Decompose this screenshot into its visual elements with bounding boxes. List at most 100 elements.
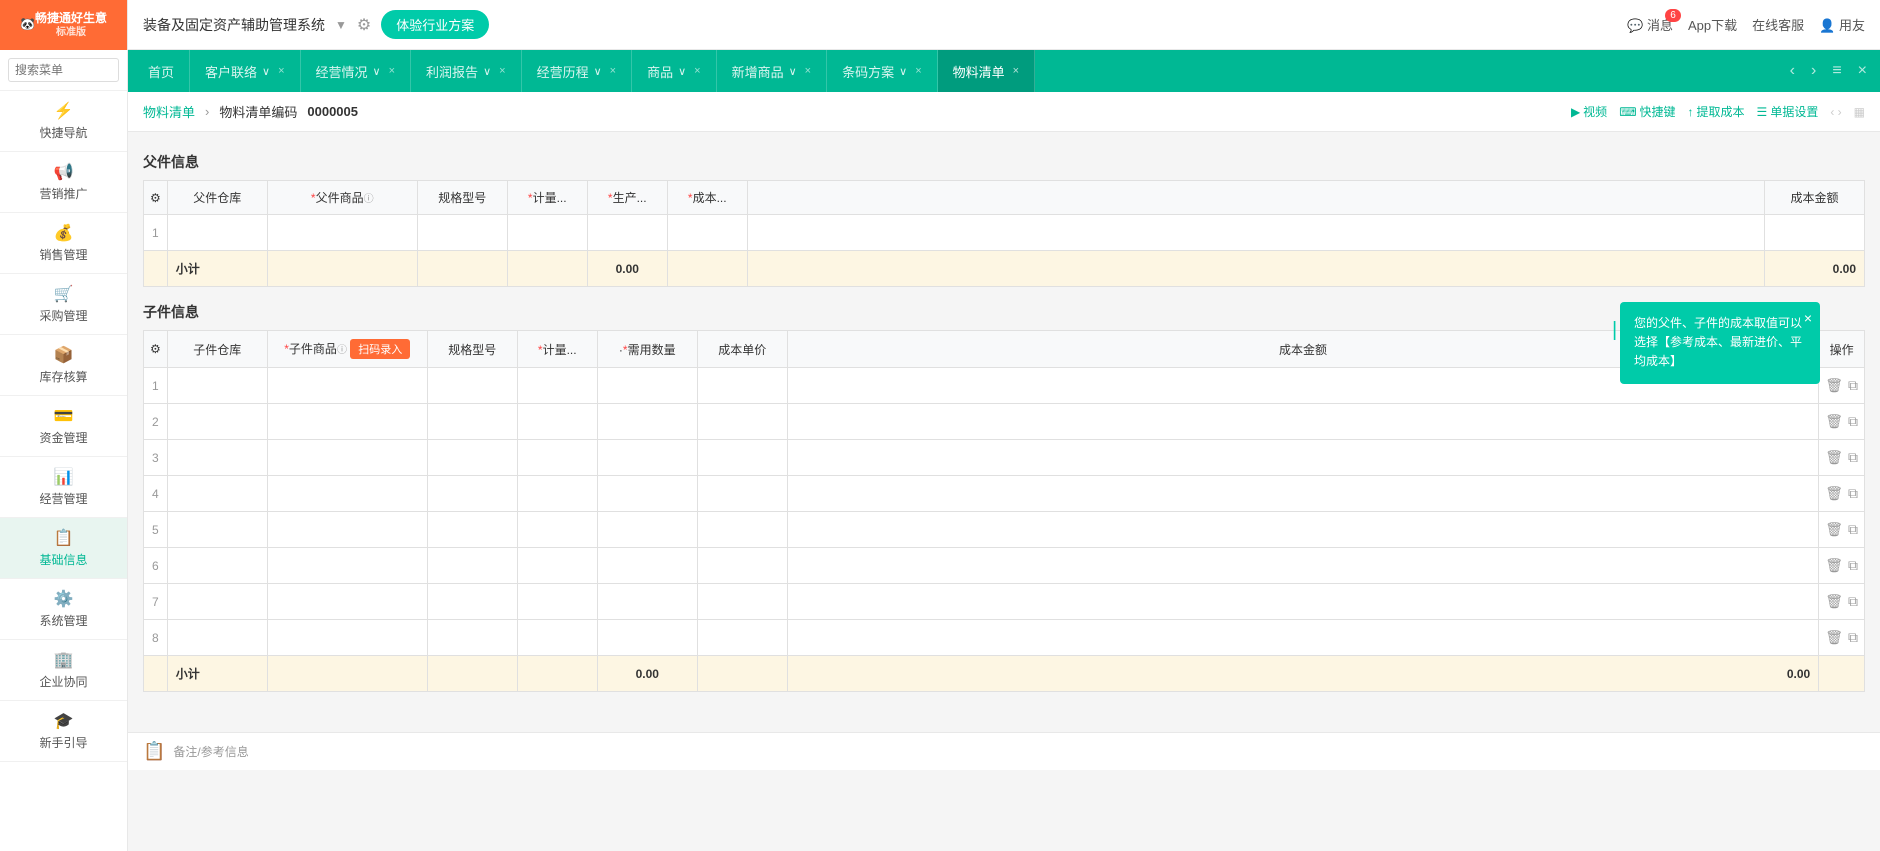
sidebar-search-input[interactable] [8, 58, 119, 82]
tab-history-close[interactable]: × [610, 65, 616, 77]
action-get-cost[interactable]: ↑ 提取成本 [1688, 103, 1745, 120]
tab-history[interactable]: 经营历程 ∨ × [522, 50, 633, 92]
child-warehouse-2[interactable] [167, 404, 267, 440]
nav-menu-btn[interactable]: ≡ [1824, 62, 1849, 80]
sidebar-item-finance[interactable]: 💳 资金管理 [0, 396, 127, 457]
child-unit-cost-1[interactable] [697, 368, 787, 404]
sidebar-item-quick-nav[interactable]: ⚡ 快捷导航 [0, 91, 127, 152]
settings-gear-icon[interactable]: ⚙ [357, 15, 371, 35]
child-qty-8[interactable] [597, 620, 697, 656]
sidebar-item-guide[interactable]: 🎓 新手引导 [0, 701, 127, 762]
child-qty-3[interactable] [597, 440, 697, 476]
child-warehouse-4[interactable] [167, 476, 267, 512]
nav-close-all-btn[interactable]: × [1850, 62, 1875, 80]
copy-icon-1[interactable]: ⧉ [1848, 377, 1858, 394]
child-unit-cost-4[interactable] [697, 476, 787, 512]
online-service-link[interactable]: 在线客服 [1752, 15, 1804, 34]
child-cost-amount-8[interactable] [787, 620, 1818, 656]
delete-icon-8[interactable]: 🗑 [1825, 629, 1843, 646]
parent-production-cell[interactable] [587, 215, 667, 251]
child-unit-3[interactable] [517, 440, 597, 476]
parent-spec-cell[interactable] [417, 215, 507, 251]
tab-profit-close[interactable]: × [499, 65, 505, 77]
child-warehouse-7[interactable] [167, 584, 267, 620]
child-product-8[interactable] [267, 620, 427, 656]
tab-new-goods[interactable]: 新增商品 ∨ × [717, 50, 828, 92]
sidebar-item-basic-info[interactable]: 📋 基础信息 [0, 518, 127, 579]
child-product-7[interactable] [267, 584, 427, 620]
tooltip-close-btn[interactable]: × [1804, 307, 1812, 329]
child-cost-amount-4[interactable] [787, 476, 1818, 512]
child-unit-5[interactable] [517, 512, 597, 548]
delete-icon-3[interactable]: 🗑 [1825, 449, 1843, 466]
child-unit-cost-7[interactable] [697, 584, 787, 620]
child-qty-6[interactable] [597, 548, 697, 584]
child-spec-7[interactable] [427, 584, 517, 620]
breadcrumb-parent[interactable]: 物料清单 [143, 102, 195, 121]
tab-goods-close[interactable]: × [694, 65, 700, 77]
child-product-1[interactable] [267, 368, 427, 404]
sidebar-item-marketing[interactable]: 📢 营销推广 [0, 152, 127, 213]
child-unit-2[interactable] [517, 404, 597, 440]
copy-icon-3[interactable]: ⧉ [1848, 449, 1858, 466]
delete-icon-7[interactable]: 🗑 [1825, 593, 1843, 610]
child-product-2[interactable] [267, 404, 427, 440]
parent-unit-cell[interactable] [507, 215, 587, 251]
child-unit-4[interactable] [517, 476, 597, 512]
child-product-6[interactable] [267, 548, 427, 584]
system-dropdown-arrow[interactable]: ▼ [335, 18, 347, 32]
tab-goods[interactable]: 商品 ∨ × [632, 50, 717, 92]
action-shortcut[interactable]: ⌨ 快捷键 [1619, 103, 1675, 120]
child-cost-amount-3[interactable] [787, 440, 1818, 476]
child-warehouse-3[interactable] [167, 440, 267, 476]
child-warehouse-6[interactable] [167, 548, 267, 584]
notification-bell[interactable]: 💬 消息 6 [1627, 15, 1673, 34]
sidebar-item-purchase[interactable]: 🛒 采购管理 [0, 274, 127, 335]
child-warehouse-8[interactable] [167, 620, 267, 656]
child-spec-4[interactable] [427, 476, 517, 512]
tab-bom[interactable]: 物料清单 × [938, 50, 1035, 92]
child-product-4[interactable] [267, 476, 427, 512]
child-unit-cost-3[interactable] [697, 440, 787, 476]
child-unit-cost-2[interactable] [697, 404, 787, 440]
child-product-3[interactable] [267, 440, 427, 476]
sidebar-item-operations[interactable]: 📊 经营管理 [0, 457, 127, 518]
copy-icon-7[interactable]: ⧉ [1848, 593, 1858, 610]
copy-icon-8[interactable]: ⧉ [1848, 629, 1858, 646]
child-qty-1[interactable] [597, 368, 697, 404]
child-warehouse-5[interactable] [167, 512, 267, 548]
delete-icon-5[interactable]: 🗑 [1825, 521, 1843, 538]
action-single-settings[interactable]: ☰ 单据设置 [1757, 103, 1819, 120]
tab-operations[interactable]: 经营情况 ∨ × [301, 50, 412, 92]
tab-operations-close[interactable]: × [389, 65, 395, 77]
child-unit-7[interactable] [517, 584, 597, 620]
child-spec-6[interactable] [427, 548, 517, 584]
child-cost-amount-2[interactable] [787, 404, 1818, 440]
parent-cost-amount-cell[interactable] [1765, 215, 1865, 251]
child-qty-2[interactable] [597, 404, 697, 440]
tab-customers[interactable]: 客户联络 ∨ × [190, 50, 301, 92]
child-unit-cost-5[interactable] [697, 512, 787, 548]
delete-icon-1[interactable]: 🗑 [1825, 377, 1843, 394]
child-qty-5[interactable] [597, 512, 697, 548]
app-download-link[interactable]: App下载 [1688, 15, 1737, 34]
child-unit-8[interactable] [517, 620, 597, 656]
parent-col-settings[interactable]: ⚙ [144, 181, 168, 215]
sidebar-item-enterprise[interactable]: 🏢 企业协同 [0, 640, 127, 701]
tab-barcode[interactable]: 条码方案 ∨ × [827, 50, 938, 92]
tab-new-goods-close[interactable]: × [805, 65, 811, 77]
delete-icon-2[interactable]: 🗑 [1825, 413, 1843, 430]
sidebar-item-inventory[interactable]: 📦 库存核算 [0, 335, 127, 396]
child-product-5[interactable] [267, 512, 427, 548]
tab-bom-close[interactable]: × [1013, 65, 1019, 77]
scan-input-button[interactable]: 扫码录入 [350, 339, 410, 359]
child-warehouse-1[interactable] [167, 368, 267, 404]
nav-prev-btn[interactable]: ‹ [1782, 62, 1803, 80]
sidebar-item-system[interactable]: ⚙️ 系统管理 [0, 579, 127, 640]
child-spec-1[interactable] [427, 368, 517, 404]
child-unit-cost-8[interactable] [697, 620, 787, 656]
trial-button[interactable]: 体验行业方案 [381, 10, 489, 39]
child-spec-5[interactable] [427, 512, 517, 548]
copy-icon-4[interactable]: ⧉ [1848, 485, 1858, 502]
parent-product-cell[interactable] [267, 215, 417, 251]
